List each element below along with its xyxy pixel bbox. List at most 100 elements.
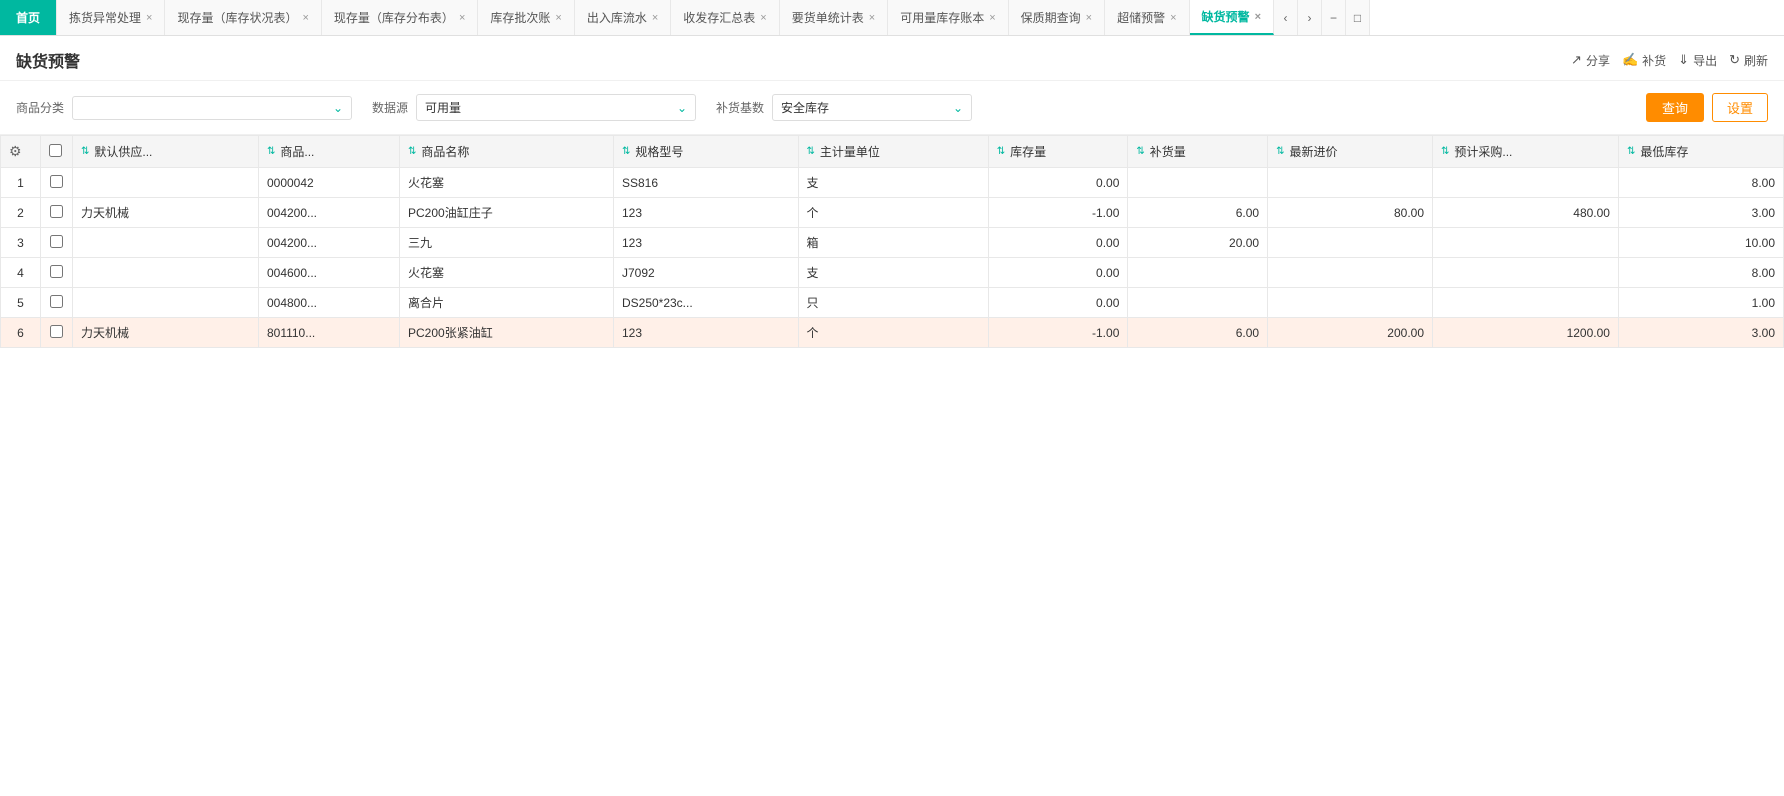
row-checkbox[interactable] [50, 235, 63, 248]
sort-icon: ⇅ [1441, 146, 1449, 157]
tab-available-ledger[interactable]: 可用量库存账本 × [888, 0, 1008, 35]
close-icon[interactable]: × [459, 12, 465, 24]
row-unit: 个 [798, 318, 988, 348]
tab-inv-dist-label: 现存量（库存分布表） [334, 9, 454, 26]
th-stock[interactable]: ⇅ 库存量 [988, 136, 1128, 168]
row-latest-price [1268, 168, 1433, 198]
tab-inventory-dist[interactable]: 现存量（库存分布表） × [322, 0, 478, 35]
tab-maximize-button[interactable]: □ [1346, 0, 1370, 35]
tab-minimize-button[interactable]: − [1322, 0, 1346, 35]
restock-icon: ✍ [1622, 52, 1638, 68]
row-name: PC200张紧油缸 [400, 318, 614, 348]
th-est-purchase[interactable]: ⇅ 预计采购... [1433, 136, 1619, 168]
th-latest-price[interactable]: ⇅ 最新进价 [1268, 136, 1433, 168]
th-restock[interactable]: ⇅ 补货量 [1128, 136, 1268, 168]
row-min-stock: 1.00 [1618, 288, 1783, 318]
row-code: 801110... [258, 318, 399, 348]
row-checkbox-cell[interactable] [41, 228, 73, 258]
th-code[interactable]: ⇅ 商品... [258, 136, 399, 168]
tab-inout-flow[interactable]: 出入库流水 × [575, 0, 671, 35]
tab-home[interactable]: 首页 [0, 0, 57, 35]
export-button[interactable]: ⇓ 导出 [1678, 52, 1717, 69]
share-label: 分享 [1586, 52, 1610, 69]
tab-order-stats[interactable]: 要货单统计表 × [780, 0, 888, 35]
row-name: 三九 [400, 228, 614, 258]
tab-inv-status-label: 现存量（库存状况表） [177, 9, 297, 26]
tab-home-label: 首页 [16, 9, 40, 26]
row-checkbox-cell[interactable] [41, 318, 73, 348]
row-checkbox-cell[interactable] [41, 198, 73, 228]
share-button[interactable]: ↗ 分享 [1571, 52, 1610, 69]
main-content: 缺货预警 ↗ 分享 ✍ 补货 ⇓ 导出 ↻ 刷新 商品分类 [0, 36, 1784, 796]
row-name: PC200油缸庄子 [400, 198, 614, 228]
row-checkbox-cell[interactable] [41, 258, 73, 288]
close-icon[interactable]: × [1170, 12, 1176, 24]
category-select[interactable]: ⌄ [72, 96, 352, 120]
sort-icon: ⇅ [1627, 146, 1635, 157]
row-restock [1128, 288, 1268, 318]
sort-icon: ⇅ [807, 146, 815, 157]
query-button[interactable]: 查询 [1646, 93, 1704, 122]
table-row: 1 0000042 火花塞 SS816 支 0.00 8.00 [1, 168, 1784, 198]
row-latest-price: 80.00 [1268, 198, 1433, 228]
table-row: 6 力天机械 801110... PC200张紧油缸 123 个 -1.00 6… [1, 318, 1784, 348]
row-spec: 123 [613, 198, 798, 228]
sort-icon: ⇅ [997, 146, 1005, 157]
th-name[interactable]: ⇅ 商品名称 [400, 136, 614, 168]
replenish-arrow-icon: ⌄ [953, 101, 963, 115]
row-checkbox[interactable] [50, 175, 63, 188]
row-min-stock: 10.00 [1618, 228, 1783, 258]
row-checkbox[interactable] [50, 265, 63, 278]
replenish-select[interactable]: 安全库存 ⌄ [772, 94, 972, 121]
settings-icon[interactable]: ⚙ [9, 143, 22, 159]
tab-receipt-summary[interactable]: 收发存汇总表 × [671, 0, 779, 35]
row-restock: 6.00 [1128, 318, 1268, 348]
close-icon[interactable]: × [652, 12, 658, 24]
tab-overstock[interactable]: 超储预警 × [1105, 0, 1189, 35]
th-spec[interactable]: ⇅ 规格型号 [613, 136, 798, 168]
th-unit[interactable]: ⇅ 主计量单位 [798, 136, 988, 168]
close-icon[interactable]: × [1086, 12, 1092, 24]
th-unit-label: 主计量单位 [820, 143, 880, 160]
close-icon[interactable]: × [989, 12, 995, 24]
th-name-label: 商品名称 [421, 143, 469, 160]
tab-expiry[interactable]: 保质期查询 × [1009, 0, 1105, 35]
table-row: 5 004800... 离合片 DS250*23c... 只 0.00 1.00 [1, 288, 1784, 318]
th-est-purchase-label: 预计采购... [1454, 143, 1512, 160]
row-name: 离合片 [400, 288, 614, 318]
close-icon[interactable]: × [302, 12, 308, 24]
tab-batch[interactable]: 库存批次账 × [478, 0, 574, 35]
row-code: 004200... [258, 228, 399, 258]
close-icon[interactable]: × [1255, 11, 1261, 23]
row-spec: 123 [613, 318, 798, 348]
row-checkbox[interactable] [50, 325, 63, 338]
row-checkbox[interactable] [50, 295, 63, 308]
settings-button[interactable]: 设置 [1712, 93, 1768, 122]
tab-shortage[interactable]: 缺货预警 × [1190, 0, 1274, 35]
close-icon[interactable]: × [146, 12, 152, 24]
row-checkbox-cell[interactable] [41, 168, 73, 198]
restock-button[interactable]: ✍ 补货 [1622, 52, 1666, 69]
th-supplier[interactable]: ⇅ 默认供应... [73, 136, 259, 168]
tab-prev-button[interactable]: ‹ [1274, 0, 1298, 35]
sort-icon: ⇅ [408, 146, 416, 157]
tab-next-button[interactable]: › [1298, 0, 1322, 35]
tab-expiry-label: 保质期查询 [1021, 9, 1081, 26]
refresh-button[interactable]: ↻ 刷新 [1729, 52, 1768, 69]
sort-icon: ⇅ [622, 146, 630, 157]
th-min-stock[interactable]: ⇅ 最低库存 [1618, 136, 1783, 168]
close-icon[interactable]: × [555, 12, 561, 24]
th-settings[interactable]: ⚙ [1, 136, 41, 168]
replenish-value: 安全库存 [781, 99, 829, 116]
row-latest-price [1268, 258, 1433, 288]
row-checkbox-cell[interactable] [41, 288, 73, 318]
close-icon[interactable]: × [869, 12, 875, 24]
tab-anomaly[interactable]: 拣货异常处理 × [57, 0, 165, 35]
select-all-checkbox[interactable] [49, 144, 62, 157]
row-checkbox[interactable] [50, 205, 63, 218]
datasource-select[interactable]: 可用量 ⌄ [416, 94, 696, 121]
close-icon[interactable]: × [760, 12, 766, 24]
row-est-purchase [1433, 168, 1619, 198]
tab-inventory-status[interactable]: 现存量（库存状况表） × [165, 0, 321, 35]
page-title: 缺货预警 [16, 48, 80, 72]
